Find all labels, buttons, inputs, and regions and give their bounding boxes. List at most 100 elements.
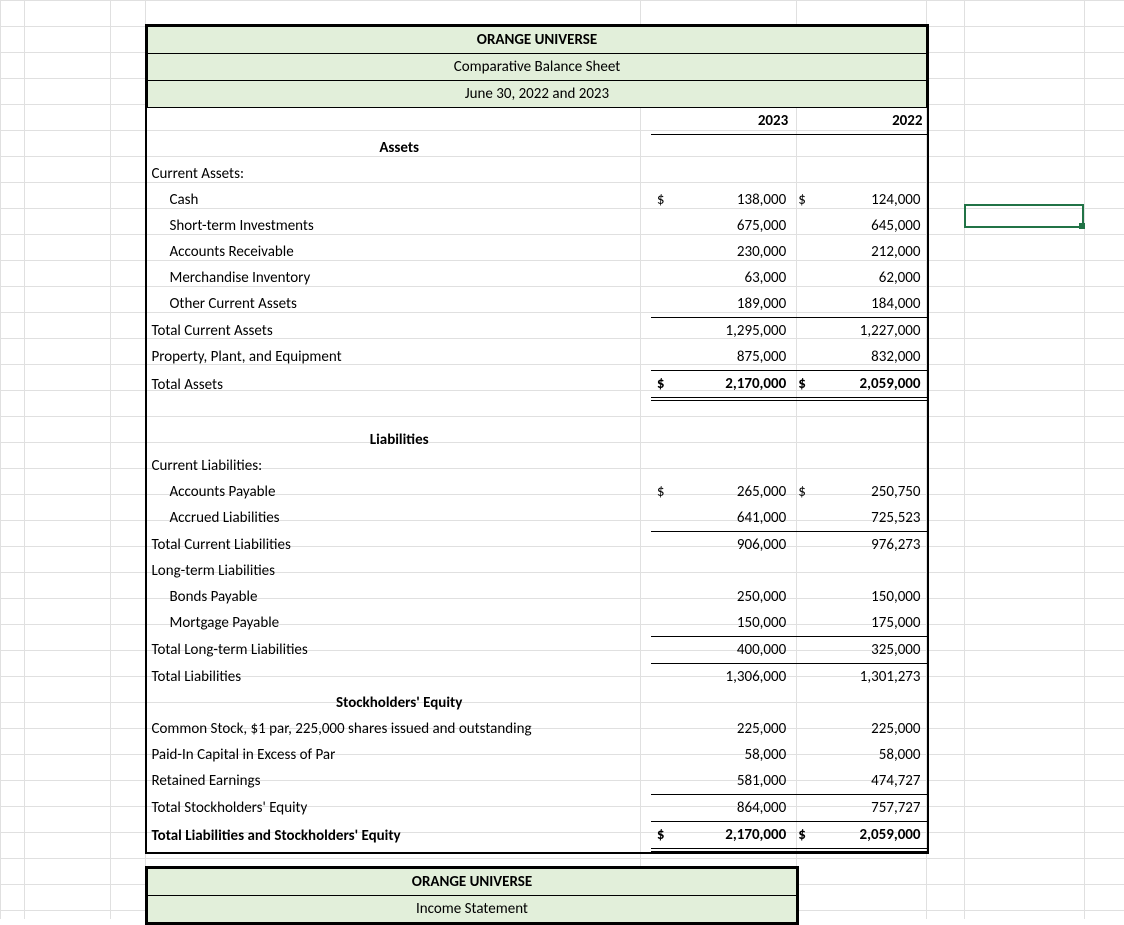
oca-2022: 184,000 [817, 291, 927, 318]
ap-label: Accounts Payable [148, 479, 651, 505]
tse-label: Total Stockholders' Equity [148, 795, 651, 822]
company-name: ORANGE UNIVERSE [148, 27, 927, 54]
ap-2022: 250,750 [817, 479, 927, 505]
ar-2023: 230,000 [675, 239, 792, 265]
table-row: Cash $138,000 $124,000 [148, 187, 927, 213]
year-col-1: 2023 [651, 108, 792, 135]
table-row: Income Statement [148, 896, 797, 923]
re-2023: 581,000 [675, 768, 792, 795]
table-row: Total Assets $2,170,000 $2,059,000 [148, 371, 927, 400]
mi-2022: 62,000 [817, 265, 927, 291]
tcl-label: Total Current Liabilities [148, 532, 651, 559]
ar-label: Accounts Receivable [148, 239, 651, 265]
table-row: Accounts Receivable 230,000 212,000 [148, 239, 927, 265]
cs-label: Common Stock, $1 par, 225,000 shares iss… [148, 716, 651, 742]
re-2022: 474,727 [817, 768, 927, 795]
pic-2022: 58,000 [817, 742, 927, 768]
tlse-2022: 2,059,000 [817, 822, 927, 851]
table-row: Paid-In Capital in Excess of Par 58,000 … [148, 742, 927, 768]
table-row [148, 399, 927, 427]
year-col-2: 2022 [792, 108, 926, 135]
tse-2022: 757,727 [817, 795, 927, 822]
balance-sheet-table: ORANGE UNIVERSE Comparative Balance Shee… [145, 24, 929, 854]
cs-2023: 225,000 [675, 716, 792, 742]
mp-2022: 175,000 [817, 610, 927, 637]
tca-2022: 1,227,000 [817, 318, 927, 345]
dollar-sign: $ [792, 371, 816, 400]
dollar-sign: $ [651, 822, 675, 851]
mp-2023: 150,000 [675, 610, 792, 637]
tltl-2023: 400,000 [675, 637, 792, 664]
spreadsheet-viewport: ORANGE UNIVERSE Comparative Balance Shee… [0, 0, 1124, 919]
statement-period: June 30, 2022 and 2023 [148, 81, 927, 108]
table-row: Total Current Liabilities 906,000 976,27… [148, 532, 927, 559]
table-row: Total Liabilities 1,306,000 1,301,273 [148, 664, 927, 691]
table-row: Mortgage Payable 150,000 175,000 [148, 610, 927, 637]
table-row: Current Liabilities: [148, 453, 927, 479]
ar-2022: 212,000 [817, 239, 927, 265]
income-statement-table: ORANGE UNIVERSE Income Statement [145, 866, 799, 925]
table-row: ORANGE UNIVERSE [148, 27, 927, 54]
dollar-sign: $ [651, 479, 675, 505]
table-row: Assets [148, 135, 927, 162]
tca-2023: 1,295,000 [675, 318, 792, 345]
ap-2023: 265,000 [675, 479, 792, 505]
ppe-label: Property, Plant, and Equipment [148, 344, 651, 371]
table-row: Accounts Payable $265,000 $250,750 [148, 479, 927, 505]
cs-2022: 225,000 [817, 716, 927, 742]
bp-2023: 250,000 [675, 584, 792, 610]
tl-2023: 1,306,000 [675, 664, 792, 691]
table-row: 2023 2022 [148, 108, 927, 135]
mp-label: Mortgage Payable [148, 610, 651, 637]
tl-label: Total Liabilities [148, 664, 651, 691]
sti-2023: 675,000 [675, 213, 792, 239]
cash-label: Cash [148, 187, 651, 213]
ta-label: Total Assets [148, 371, 651, 400]
table-row: Total Stockholders' Equity 864,000 757,7… [148, 795, 927, 822]
bp-label: Bonds Payable [148, 584, 651, 610]
table-row: Comparative Balance Sheet [148, 54, 927, 81]
al-2022: 725,523 [817, 505, 927, 532]
is-title: Income Statement [148, 896, 797, 923]
table-row: Liabilities [148, 427, 927, 453]
oca-label: Other Current Assets [148, 291, 651, 318]
tca-label: Total Current Assets [148, 318, 651, 345]
table-row: Property, Plant, and Equipment 875,000 8… [148, 344, 927, 371]
re-label: Retained Earnings [148, 768, 651, 795]
tcl-2023: 906,000 [675, 532, 792, 559]
dollar-sign: $ [651, 187, 675, 213]
pic-2023: 58,000 [675, 742, 792, 768]
table-row: Other Current Assets 189,000 184,000 [148, 291, 927, 318]
ta-2023: 2,170,000 [675, 371, 792, 400]
sti-label: Short-term Investments [148, 213, 651, 239]
tltl-label: Total Long-term Liabilities [148, 637, 651, 664]
tlse-2023: 2,170,000 [675, 822, 792, 851]
table-row: Current Assets: [148, 161, 927, 187]
pic-label: Paid-In Capital in Excess of Par [148, 742, 651, 768]
mi-2023: 63,000 [675, 265, 792, 291]
dollar-sign: $ [792, 187, 816, 213]
al-2023: 641,000 [675, 505, 792, 532]
sti-2022: 645,000 [817, 213, 927, 239]
table-row: June 30, 2022 and 2023 [148, 81, 927, 108]
table-row: Total Long-term Liabilities 400,000 325,… [148, 637, 927, 664]
section-liabilities: Liabilities [148, 427, 651, 453]
active-cell-selection[interactable] [964, 204, 1084, 228]
cash-2023: 138,000 [675, 187, 792, 213]
tltl-2022: 325,000 [817, 637, 927, 664]
section-equity: Stockholders' Equity [148, 690, 651, 716]
dollar-sign: $ [792, 479, 816, 505]
tl-2022: 1,301,273 [817, 664, 927, 691]
lt-liab-header: Long-term Liabilities [148, 558, 651, 584]
al-label: Accrued Liabilities [148, 505, 651, 532]
current-assets-header: Current Assets: [148, 161, 651, 187]
table-row: Short-term Investments 675,000 645,000 [148, 213, 927, 239]
tse-2023: 864,000 [675, 795, 792, 822]
section-assets: Assets [148, 135, 651, 162]
statement-title: Comparative Balance Sheet [148, 54, 927, 81]
tlse-label: Total Liabilities and Stockholders' Equi… [148, 822, 651, 851]
is-company-name: ORANGE UNIVERSE [148, 869, 797, 896]
ppe-2022: 832,000 [817, 344, 927, 371]
oca-2023: 189,000 [675, 291, 792, 318]
cash-2022: 124,000 [817, 187, 927, 213]
